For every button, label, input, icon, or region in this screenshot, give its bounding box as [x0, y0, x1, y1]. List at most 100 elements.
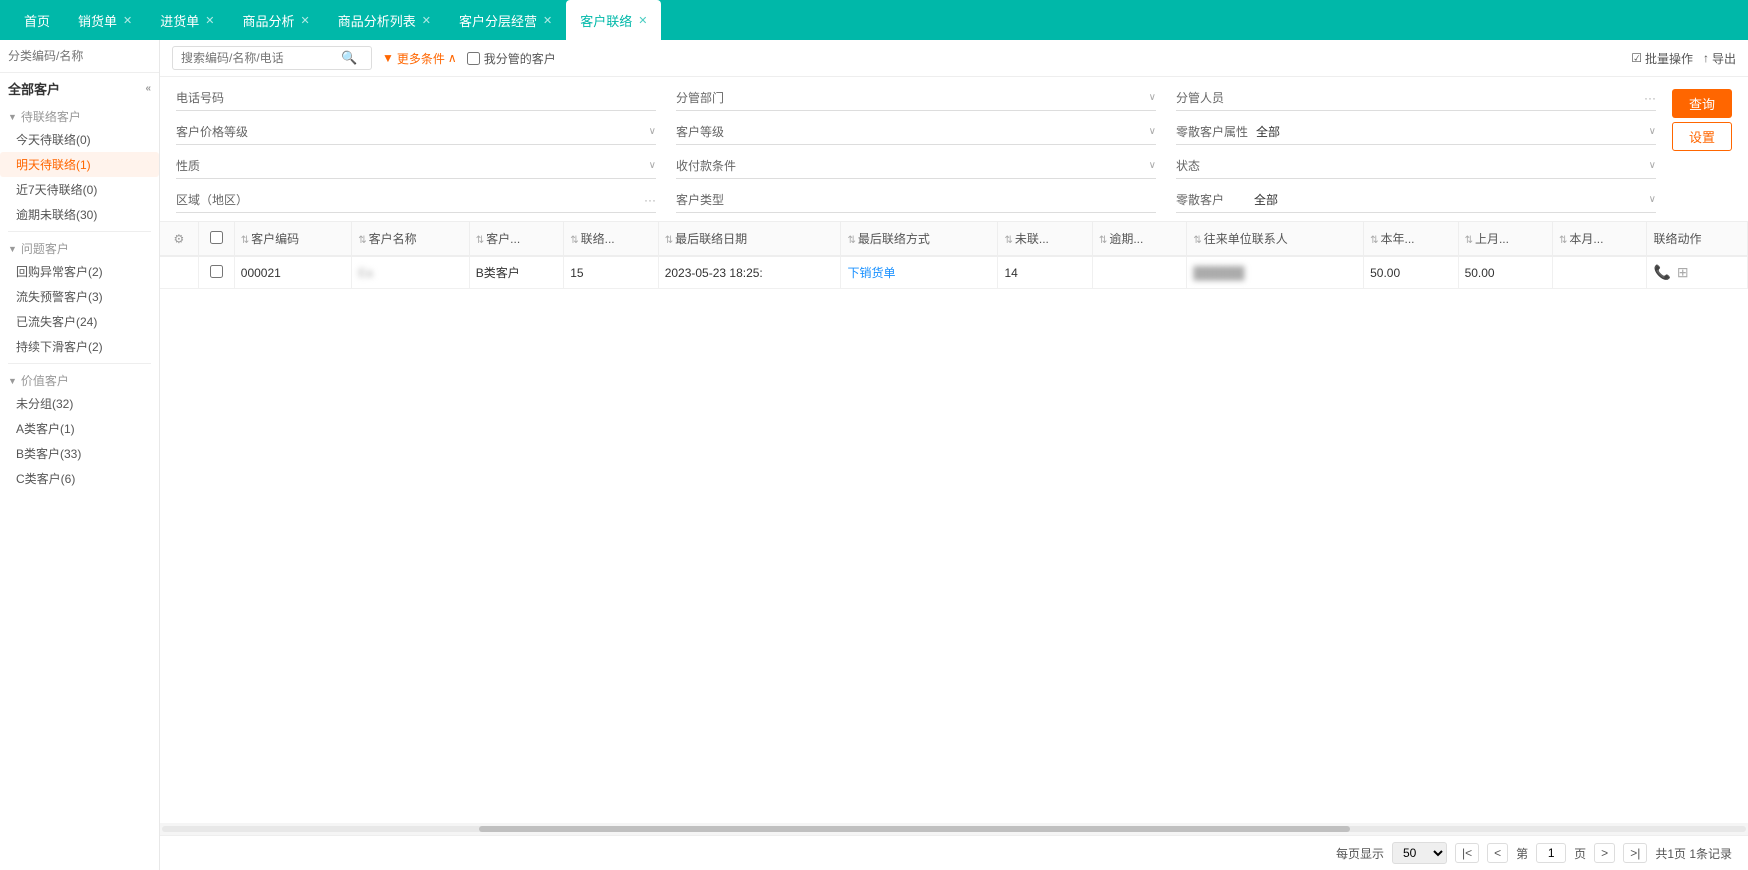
horizontal-scrollbar[interactable]	[160, 823, 1748, 835]
filter-retail-attr[interactable]: 零散客户属性 全部 ∨	[1176, 119, 1656, 145]
search-input[interactable]	[181, 51, 341, 65]
chevron-down-icon[interactable]: ∨	[1649, 194, 1656, 205]
chevron-down-icon[interactable]: ∨	[1149, 126, 1156, 137]
filter-icon: ▼	[382, 51, 394, 65]
filter-person[interactable]: 分管人员 ···	[1176, 85, 1656, 111]
row-last-method[interactable]: 下销货单	[841, 256, 998, 289]
filter-phone-input[interactable]	[254, 91, 656, 105]
prev-page-btn[interactable]: <	[1487, 843, 1508, 863]
sidebar-item-churn-warning[interactable]: 流失预警客户(3)	[0, 284, 159, 309]
col-action: 联络动作	[1647, 222, 1748, 256]
page-number-input[interactable]	[1536, 843, 1566, 863]
sidebar-search-input[interactable]	[8, 49, 160, 63]
sidebar-search-box[interactable]: 🔍	[0, 40, 159, 73]
filter-phone[interactable]: 电话号码	[176, 85, 656, 111]
close-icon[interactable]: ✕	[205, 14, 214, 27]
filter-customer-type[interactable]: 客户类型	[676, 187, 1156, 213]
last-method-link[interactable]: 下销货单	[847, 266, 895, 280]
filter-person-dots[interactable]: ···	[1644, 91, 1656, 105]
sidebar-item-ungrouped[interactable]: 未分组(32)	[0, 391, 159, 416]
sidebar-item-class-c[interactable]: C类客户(6)	[0, 466, 159, 491]
col-checkbox-header[interactable]	[198, 222, 234, 256]
col-overdue[interactable]: 逾期...	[1092, 222, 1186, 256]
chevron-down-icon[interactable]: ∨	[1149, 92, 1156, 103]
sidebar-item-today-contact[interactable]: 今天待联络(0)	[0, 127, 159, 152]
search-icon[interactable]: 🔍	[341, 50, 357, 66]
chevron-down-icon[interactable]: ∨	[649, 160, 656, 171]
filter-region-dots[interactable]: ···	[644, 193, 656, 207]
chevron-down-icon[interactable]: ∨	[649, 126, 656, 137]
nav-sales-order[interactable]: 销货单 ✕	[64, 0, 146, 40]
filter-price-level[interactable]: 客户价格等级 ∨	[176, 119, 656, 145]
sidebar-item-overdue-contact[interactable]: 逾期未联络(30)	[0, 202, 159, 227]
close-icon[interactable]: ✕	[123, 14, 132, 27]
select-all-checkbox[interactable]	[210, 231, 223, 244]
filter-dept[interactable]: 分管部门 ∨	[676, 85, 1156, 111]
phone-icon[interactable]: 📞	[1653, 264, 1670, 281]
col-not-linked[interactable]: 未联...	[998, 222, 1092, 256]
my-customers-checkbox[interactable]	[467, 52, 480, 65]
search-box[interactable]: 🔍	[172, 46, 372, 70]
sidebar-item-declining[interactable]: 持续下滑客户(2)	[0, 334, 159, 359]
nav-purchase-order[interactable]: 进货单 ✕	[146, 0, 228, 40]
next-page-btn[interactable]: >	[1594, 843, 1615, 863]
customer-name-blurred: Ea	[358, 266, 373, 280]
sidebar-all-customers[interactable]: 全部客户 «	[0, 73, 159, 104]
sidebar-item-class-b[interactable]: B类客户(33)	[0, 441, 159, 466]
filter-payment[interactable]: 收付款条件 ∨	[676, 153, 1156, 179]
chevron-down-icon[interactable]: ∨	[1149, 160, 1156, 171]
chevron-down-icon[interactable]: ∨	[1649, 160, 1656, 171]
col-this-year[interactable]: 本年...	[1364, 222, 1458, 256]
query-button[interactable]: 查询	[1672, 89, 1732, 118]
col-last-month[interactable]: 上月...	[1458, 222, 1552, 256]
col-type[interactable]: 客户...	[469, 222, 563, 256]
row-checkbox[interactable]	[210, 265, 223, 278]
sidebar-item-abnormal-repurchase[interactable]: 回购异常客户(2)	[0, 259, 159, 284]
last-page-btn[interactable]: >|	[1623, 843, 1647, 863]
nav-product-analysis-list[interactable]: 商品分析列表 ✕	[324, 0, 445, 40]
nav-product-analysis[interactable]: 商品分析 ✕	[228, 0, 323, 40]
filter-region[interactable]: 区域（地区） ···	[176, 187, 656, 213]
my-customers-checkbox-label[interactable]: 我分管的客户	[467, 50, 556, 67]
filter-retail-customer[interactable]: 零散客户 全部 ∨	[1176, 187, 1656, 213]
batch-op-btn[interactable]: ☑ 批量操作	[1631, 50, 1693, 67]
filter-row-2: 客户价格等级 ∨ 客户等级 ∨ 零散客户属性 全部 ∨	[176, 119, 1656, 145]
sidebar-item-tomorrow-contact[interactable]: 明天待联络(1)	[0, 152, 159, 177]
col-name[interactable]: 客户名称	[352, 222, 470, 256]
close-icon[interactable]: ✕	[422, 14, 431, 27]
sidebar-item-churned[interactable]: 已流失客户(24)	[0, 309, 159, 334]
close-icon[interactable]: ✕	[301, 14, 310, 27]
filter-customer-level[interactable]: 客户等级 ∨	[676, 119, 1156, 145]
row-last-date: 2023-05-23 18:25:	[658, 256, 841, 289]
grid-icon[interactable]: ⊞	[1677, 264, 1689, 281]
scrollbar-thumb[interactable]	[479, 826, 1350, 832]
col-gear[interactable]: ⚙	[160, 222, 198, 256]
filter-more-btn[interactable]: ▼ 更多条件 ∧	[382, 50, 457, 67]
footer: 每页显示 50 100 200 |< < 第 页 > >| 共1页 1条记录	[160, 835, 1748, 870]
set-button[interactable]: 设置	[1672, 122, 1732, 151]
col-contact-person[interactable]: 往来单位联系人	[1187, 222, 1364, 256]
filter-status[interactable]: 状态 ∨	[1176, 153, 1656, 179]
nav-customer-contact[interactable]: 客户联络 ✕	[566, 0, 661, 40]
close-icon[interactable]: ✕	[543, 14, 552, 27]
col-last-method[interactable]: 最后联络方式	[841, 222, 998, 256]
nav-customer-layering[interactable]: 客户分层经营 ✕	[445, 0, 566, 40]
col-contacts[interactable]: 联络...	[564, 222, 658, 256]
sidebar: 🔍 全部客户 « 待联络客户 今天待联络(0) 明天待联络(1) 近7天待联络(…	[0, 40, 160, 870]
export-icon: ↑	[1703, 51, 1709, 65]
close-icon[interactable]: ✕	[638, 14, 647, 27]
sidebar-item-class-a[interactable]: A类客户(1)	[0, 416, 159, 441]
page-size-select[interactable]: 50 100 200	[1392, 842, 1447, 864]
first-page-btn[interactable]: |<	[1455, 843, 1479, 863]
col-this-month[interactable]: 本月...	[1553, 222, 1647, 256]
action-icons: 📞 ⊞	[1653, 264, 1741, 281]
scrollbar-track[interactable]	[162, 826, 1746, 832]
export-btn[interactable]: ↑ 导出	[1703, 50, 1736, 67]
nav-home[interactable]: 首页	[10, 0, 64, 40]
row-checkbox-cell[interactable]	[198, 256, 234, 289]
chevron-down-icon[interactable]: ∨	[1649, 126, 1656, 137]
col-code[interactable]: 客户编码	[234, 222, 352, 256]
sidebar-item-7days-contact[interactable]: 近7天待联络(0)	[0, 177, 159, 202]
col-last-date[interactable]: 最后联络日期	[658, 222, 841, 256]
filter-nature[interactable]: 性质 ∨	[176, 153, 656, 179]
